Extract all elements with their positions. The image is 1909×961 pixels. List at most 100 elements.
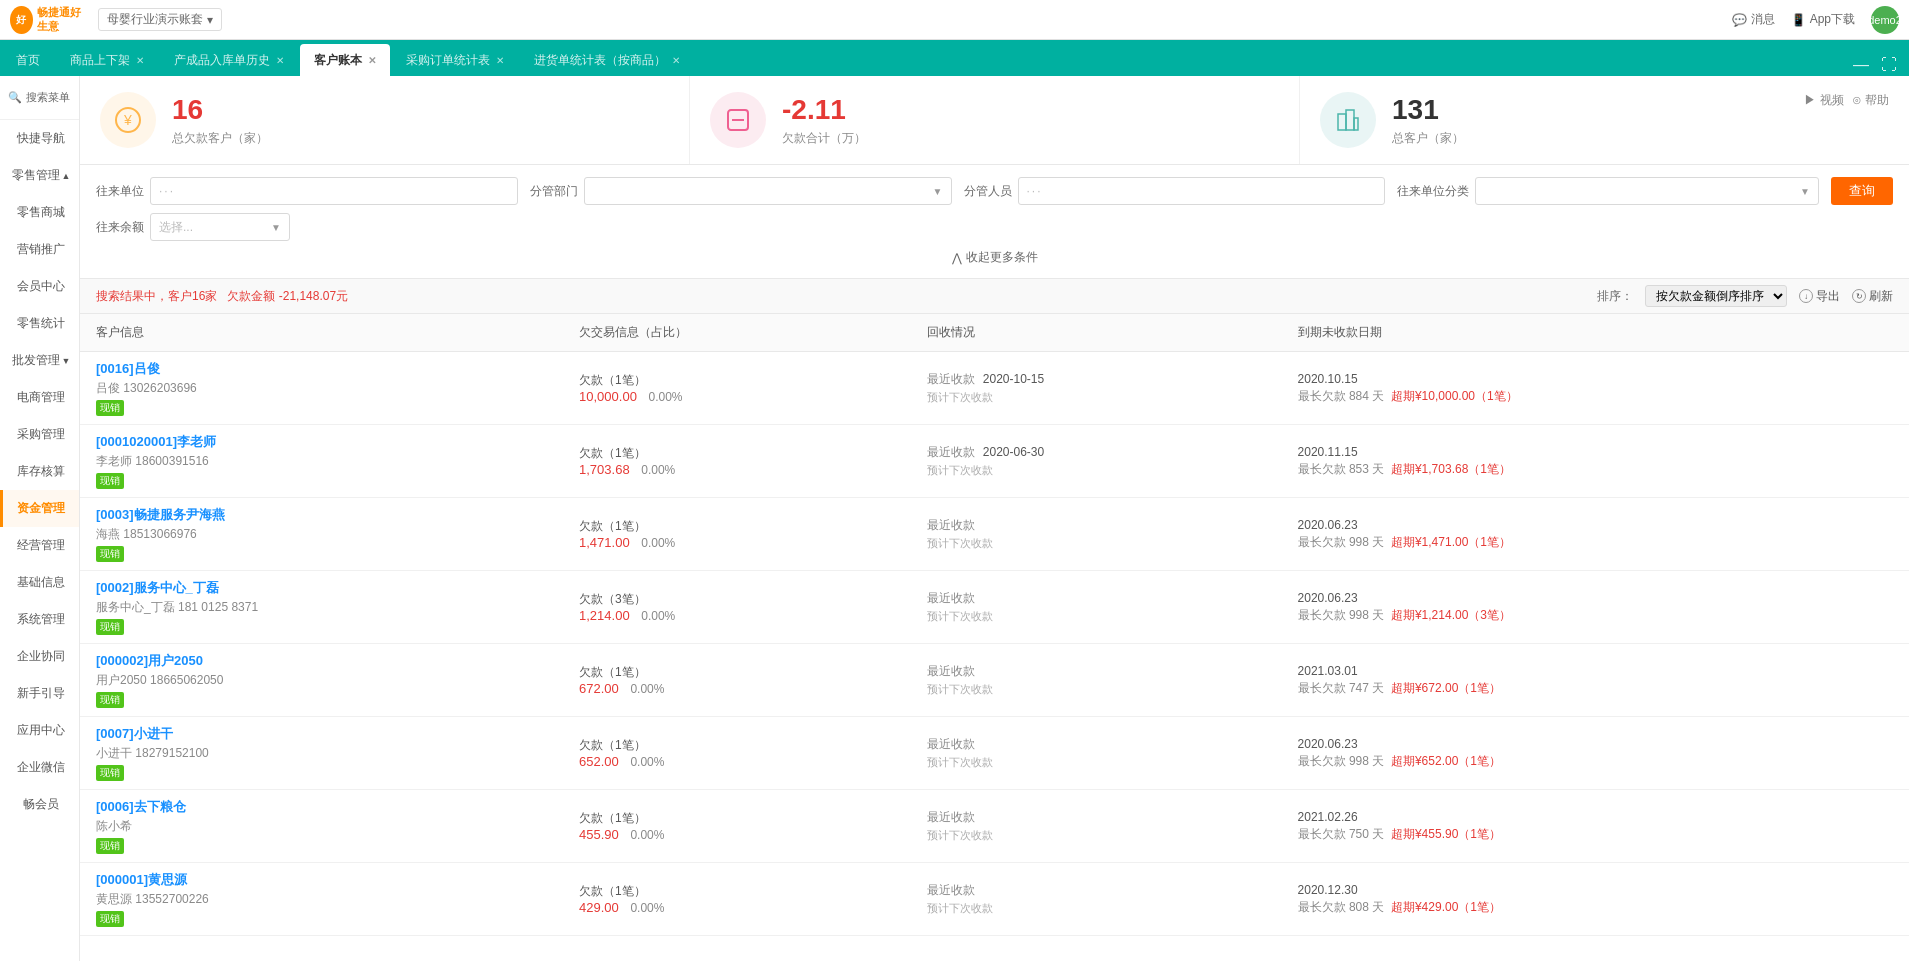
customer-name-3[interactable]: [0002]服务中心_丁磊 (96, 580, 219, 595)
table-row: [0007]小进干 小进干 18279152100 现销 欠款（1笔） 652.… (80, 717, 1909, 790)
filter-input-from-unit[interactable]: ··· (150, 177, 518, 205)
table-row: [000001]黄思源 黄思源 13552700226 现销 欠款（1笔） 42… (80, 863, 1909, 936)
overdue-link-6[interactable]: 超期¥455.90（1笔） (1391, 827, 1501, 841)
overdue-link-5[interactable]: 超期¥652.00（1笔） (1391, 754, 1501, 768)
tab-close-icon[interactable]: ✕ (368, 55, 376, 66)
sidebar-item-newbie[interactable]: 新手引导 (0, 675, 79, 712)
filter-select-dept[interactable]: ▼ (584, 177, 952, 205)
tab-instock-stats[interactable]: 进货单统计表（按商品） ✕ (520, 44, 694, 76)
help-action[interactable]: ⊙ 帮助 (1852, 92, 1889, 109)
video-action[interactable]: ▶ 视频 (1804, 92, 1843, 109)
overdue-link-3[interactable]: 超期¥1,214.00（3笔） (1391, 608, 1511, 622)
filter-input-manager[interactable]: ··· (1018, 177, 1386, 205)
tab-close-icon[interactable]: ✕ (276, 55, 284, 66)
tab-purchase-order[interactable]: 采购订单统计表 ✕ (392, 44, 518, 76)
sidebar-item-finance[interactable]: 资金管理 (0, 490, 79, 527)
store-name: 母婴行业演示账套 (107, 11, 203, 28)
sidebar-item-corp-collab[interactable]: 企业协同 (0, 638, 79, 675)
customer-badge-6: 现销 (96, 838, 124, 854)
store-selector[interactable]: 母婴行业演示账套 ▾ (98, 8, 222, 31)
debt-amount-5[interactable]: 652.00 (579, 754, 619, 769)
tab-maximize-icon[interactable]: ⛶ (1877, 54, 1901, 76)
sidebar-item-purchase[interactable]: 采购管理 (0, 416, 79, 453)
refresh-action[interactable]: ↻ 刷新 (1852, 288, 1893, 305)
help-icon: ⊙ (1852, 93, 1862, 107)
tab-customer-account[interactable]: 客户账本 ✕ (300, 44, 390, 76)
export-icon: ↓ (1799, 289, 1813, 303)
sidebar-item-operations[interactable]: 经营管理 (0, 527, 79, 564)
filter-select-balance[interactable]: 选择... ▼ (150, 213, 290, 241)
sidebar-item-app-center[interactable]: 应用中心 (0, 712, 79, 749)
td-debt-1: 欠款（1笔） 1,703.68 0.00% (563, 425, 911, 498)
sidebar-item-batch-mgmt[interactable]: 批发管理 ▼ (0, 342, 79, 379)
table-row: [0002]服务中心_丁磊 服务中心_丁磊 181 0125 8371 现销 欠… (80, 571, 1909, 644)
td-overdue-7: 2020.12.30 最长欠款 808 天 超期¥429.00（1笔） (1282, 863, 1909, 936)
sidebar-item-retail-stats[interactable]: 零售统计 (0, 305, 79, 342)
sidebar-item-vip-member[interactable]: 畅会员 (0, 786, 79, 823)
debt-amount-3[interactable]: 1,214.00 (579, 608, 630, 623)
tab-close-icon[interactable]: ✕ (136, 55, 144, 66)
overdue-link-2[interactable]: 超期¥1,471.00（1笔） (1391, 535, 1511, 549)
customer-name-6[interactable]: [0006]去下粮仓 (96, 799, 186, 814)
customer-name-4[interactable]: [000002]用户2050 (96, 653, 203, 668)
customer-name-2[interactable]: [0003]畅捷服务尹海燕 (96, 507, 225, 522)
export-action[interactable]: ↓ 导出 (1799, 288, 1840, 305)
tab-close-icon[interactable]: ✕ (496, 55, 504, 66)
debt-label-3: 欠款（3笔） (579, 591, 895, 608)
sidebar-item-marketing[interactable]: 营销推广 (0, 231, 79, 268)
overdue-link-4[interactable]: 超期¥672.00（1笔） (1391, 681, 1501, 695)
tab-purchase-order-label: 采购订单统计表 (406, 52, 490, 69)
tab-close-icon[interactable]: ✕ (672, 55, 680, 66)
td-customer-0: [0016]吕俊 吕俊 13026203696 现销 (80, 352, 563, 425)
customer-name-7[interactable]: [000001]黄思源 (96, 872, 187, 887)
sort-select[interactable]: 按欠款金额倒序排序 (1645, 285, 1787, 307)
overdue-days-4: 最长欠款 747 天 超期¥672.00（1笔） (1298, 680, 1893, 697)
top-bar-right: 💬 消息 📱 App下载 demo2 (1732, 6, 1899, 34)
tab-produce-instock[interactable]: 产成品入库单历史 ✕ (160, 44, 298, 76)
sidebar-item-purchase-label: 采购管理 (17, 427, 65, 441)
overdue-link-0[interactable]: 超期¥10,000.00（1笔） (1391, 389, 1518, 403)
sidebar-item-quick-nav[interactable]: 快捷导航 (0, 120, 79, 157)
stat-info-2: -2.11 欠款合计（万） (782, 94, 1279, 147)
customer-sub-1: 李老师 18600391516 (96, 453, 547, 470)
sidebar-item-inventory[interactable]: 库存核算 (0, 453, 79, 490)
sidebar-item-enterprise-wx[interactable]: 企业微信 (0, 749, 79, 786)
sidebar-item-system[interactable]: 系统管理 (0, 601, 79, 638)
debt-amount-4[interactable]: 672.00 (579, 681, 619, 696)
td-overdue-5: 2020.06.23 最长欠款 998 天 超期¥652.00（1笔） (1282, 717, 1909, 790)
sidebar-item-retail-mgmt[interactable]: 零售管理 ▲ (0, 157, 79, 194)
customer-name-5[interactable]: [0007]小进干 (96, 726, 173, 741)
sidebar-item-retail-mall[interactable]: 零售商城 (0, 194, 79, 231)
collapse-row[interactable]: ⋀ 收起更多条件 (96, 249, 1893, 266)
message-action[interactable]: 💬 消息 (1732, 11, 1775, 28)
debt-amount-1[interactable]: 1,703.68 (579, 462, 630, 477)
overdue-link-7[interactable]: 超期¥429.00（1笔） (1391, 900, 1501, 914)
logo-area: 好 畅捷通好生意 (10, 6, 90, 34)
sidebar-item-member-center[interactable]: 会员中心 (0, 268, 79, 305)
debt-amount-7[interactable]: 429.00 (579, 900, 619, 915)
collection-next-6: 预计下次收款 (927, 828, 1265, 843)
app-download-action[interactable]: 📱 App下载 (1791, 11, 1855, 28)
customer-name-0[interactable]: [0016]吕俊 (96, 361, 160, 376)
td-collection-5: 最近收款 预计下次收款 (911, 717, 1281, 790)
stat-label-3: 总客户（家） (1392, 130, 1788, 147)
debt-label-4: 欠款（1笔） (579, 664, 895, 681)
debt-amount-2[interactable]: 1,471.00 (579, 535, 630, 550)
customer-name-1[interactable]: [0001020001]李老师 (96, 434, 216, 449)
sidebar-search[interactable]: 🔍 搜索菜单 (0, 84, 79, 111)
sidebar-item-ecommerce[interactable]: 电商管理 (0, 379, 79, 416)
avatar[interactable]: demo2 (1871, 6, 1899, 34)
td-debt-2: 欠款（1笔） 1,471.00 0.00% (563, 498, 911, 571)
filter-select-unit-class[interactable]: ▼ (1475, 177, 1819, 205)
sidebar-item-basic-info[interactable]: 基础信息 (0, 564, 79, 601)
search-button[interactable]: 查询 (1831, 177, 1893, 205)
overdue-link-1[interactable]: 超期¥1,703.68（1笔） (1391, 462, 1511, 476)
debt-amount-0[interactable]: 10,000.00 (579, 389, 637, 404)
tab-home[interactable]: 首页 (2, 44, 54, 76)
svg-rect-5 (1346, 110, 1354, 130)
tab-minimize-icon[interactable]: — (1849, 54, 1873, 76)
table-container: 客户信息 欠交易信息（占比） 回收情况 到期未收款日期 [0016]吕俊 吕俊 … (80, 314, 1909, 961)
tab-product-offshelf[interactable]: 商品上下架 ✕ (56, 44, 158, 76)
debt-amount-6[interactable]: 455.90 (579, 827, 619, 842)
td-customer-2: [0003]畅捷服务尹海燕 海燕 18513066976 现销 (80, 498, 563, 571)
